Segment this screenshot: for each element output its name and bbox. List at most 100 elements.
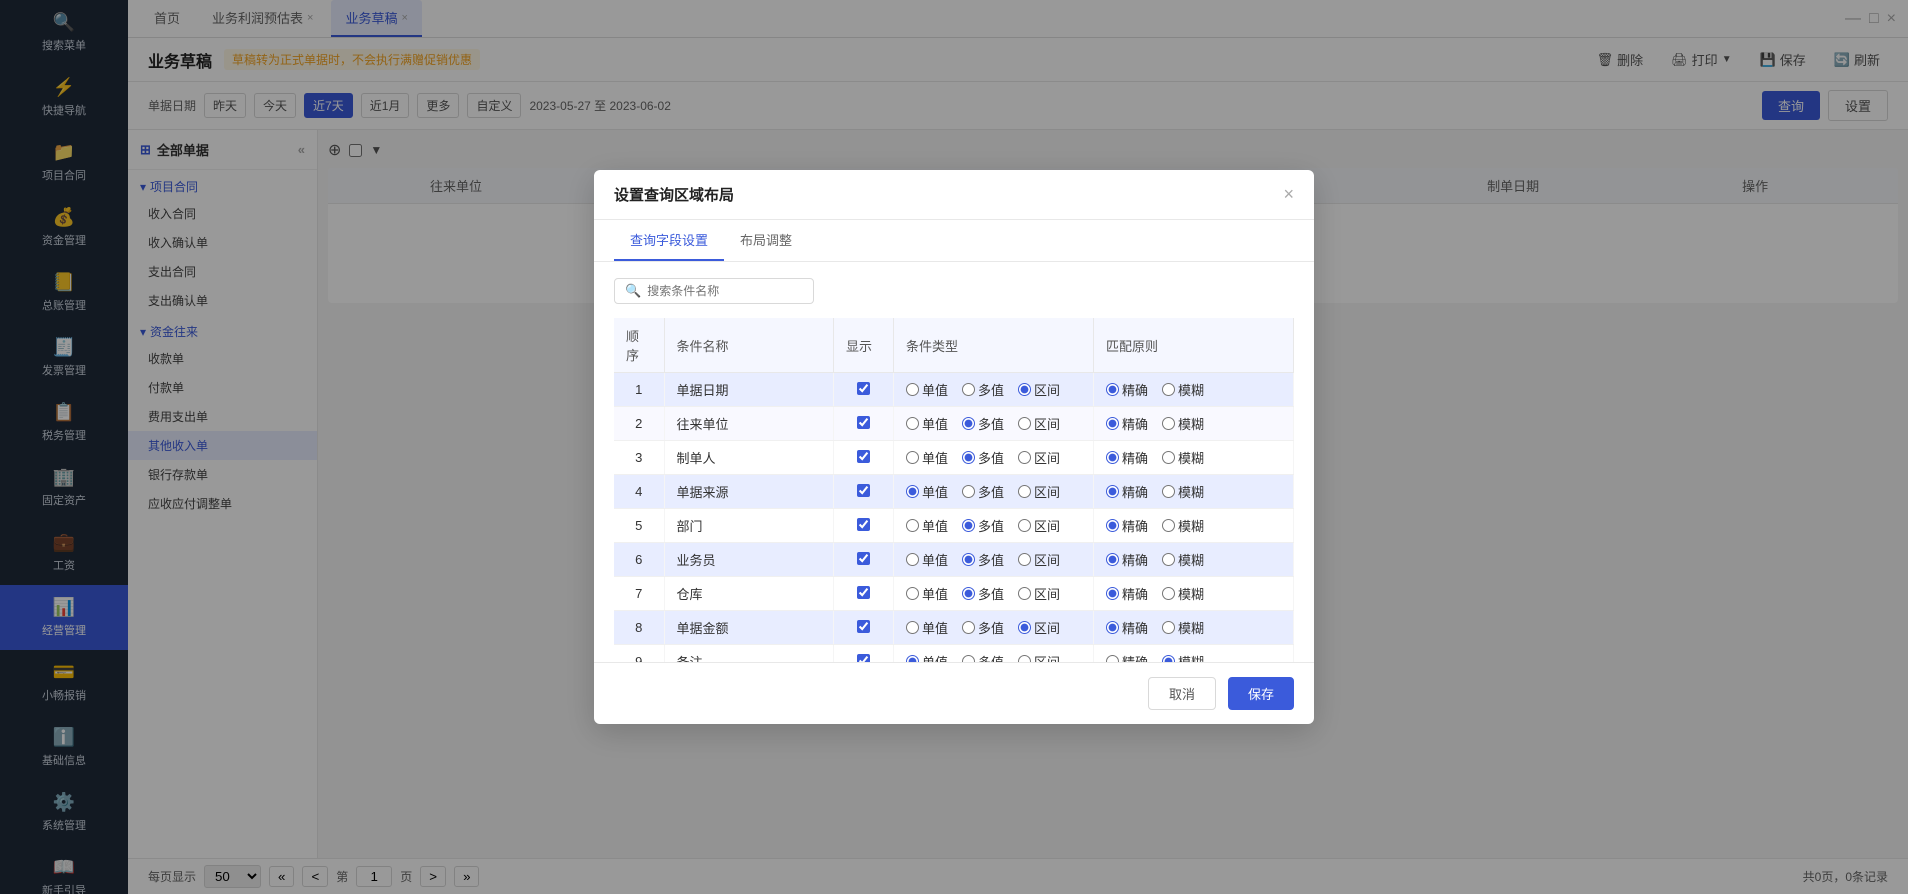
dialog-close-button[interactable]: ×: [1283, 184, 1294, 205]
condition-radio-item[interactable]: 多值: [962, 448, 1004, 467]
match-radio[interactable]: [1162, 383, 1175, 396]
condition-radio-item[interactable]: 区间: [1018, 584, 1060, 603]
condition-radio-item[interactable]: 多值: [962, 516, 1004, 535]
match-radio[interactable]: [1106, 383, 1119, 396]
match-radio-item[interactable]: 精确: [1106, 380, 1148, 399]
condition-radio[interactable]: [1018, 587, 1031, 600]
condition-radio-item[interactable]: 多值: [962, 380, 1004, 399]
condition-radio[interactable]: [906, 383, 919, 396]
match-radio[interactable]: [1106, 519, 1119, 532]
match-radio[interactable]: [1162, 519, 1175, 532]
condition-radio-item[interactable]: 单值: [906, 618, 948, 637]
display-checkbox[interactable]: [857, 518, 870, 531]
match-radio[interactable]: [1106, 485, 1119, 498]
match-radio-item[interactable]: 精确: [1106, 550, 1148, 569]
condition-radio[interactable]: [1018, 451, 1031, 464]
match-radio[interactable]: [1106, 451, 1119, 464]
condition-radio-item[interactable]: 多值: [962, 482, 1004, 501]
condition-radio-item[interactable]: 区间: [1018, 652, 1060, 662]
condition-radio-item[interactable]: 多值: [962, 550, 1004, 569]
display-checkbox[interactable]: [857, 620, 870, 633]
match-radio[interactable]: [1162, 451, 1175, 464]
condition-radio[interactable]: [1018, 553, 1031, 566]
match-radio-item[interactable]: 模糊: [1162, 482, 1204, 501]
display-checkbox[interactable]: [857, 654, 870, 663]
condition-radio[interactable]: [906, 451, 919, 464]
condition-radio[interactable]: [1018, 519, 1031, 532]
condition-radio-item[interactable]: 区间: [1018, 380, 1060, 399]
match-radio-item[interactable]: 精确: [1106, 618, 1148, 637]
condition-radio-item[interactable]: 单值: [906, 448, 948, 467]
condition-radio[interactable]: [962, 655, 975, 662]
match-radio[interactable]: [1162, 417, 1175, 430]
condition-radio-item[interactable]: 区间: [1018, 482, 1060, 501]
condition-radio[interactable]: [962, 519, 975, 532]
condition-radio[interactable]: [1018, 485, 1031, 498]
condition-radio[interactable]: [962, 383, 975, 396]
match-radio[interactable]: [1162, 553, 1175, 566]
dialog-search-input[interactable]: [647, 284, 803, 298]
display-checkbox[interactable]: [857, 484, 870, 497]
condition-radio-item[interactable]: 区间: [1018, 414, 1060, 433]
display-checkbox[interactable]: [857, 382, 870, 395]
condition-radio-item[interactable]: 多值: [962, 584, 1004, 603]
condition-radio[interactable]: [962, 587, 975, 600]
match-radio[interactable]: [1162, 655, 1175, 662]
condition-radio[interactable]: [906, 519, 919, 532]
match-radio[interactable]: [1106, 621, 1119, 634]
match-radio-item[interactable]: 模糊: [1162, 652, 1204, 662]
condition-radio-item[interactable]: 多值: [962, 618, 1004, 637]
condition-radio-item[interactable]: 单值: [906, 550, 948, 569]
condition-radio-item[interactable]: 单值: [906, 380, 948, 399]
condition-radio[interactable]: [962, 553, 975, 566]
condition-radio[interactable]: [1018, 655, 1031, 662]
display-checkbox[interactable]: [857, 450, 870, 463]
match-radio[interactable]: [1106, 587, 1119, 600]
dialog-tab-layout[interactable]: 布局调整: [724, 220, 808, 261]
match-radio-item[interactable]: 模糊: [1162, 550, 1204, 569]
condition-radio-item[interactable]: 区间: [1018, 550, 1060, 569]
match-radio-item[interactable]: 模糊: [1162, 516, 1204, 535]
condition-radio[interactable]: [962, 621, 975, 634]
display-checkbox[interactable]: [857, 586, 870, 599]
match-radio[interactable]: [1162, 485, 1175, 498]
condition-radio[interactable]: [906, 485, 919, 498]
cancel-button[interactable]: 取消: [1148, 677, 1216, 710]
condition-radio-item[interactable]: 单值: [906, 516, 948, 535]
match-radio[interactable]: [1106, 553, 1119, 566]
condition-radio[interactable]: [906, 553, 919, 566]
match-radio-item[interactable]: 精确: [1106, 414, 1148, 433]
condition-radio[interactable]: [962, 451, 975, 464]
match-radio-item[interactable]: 精确: [1106, 652, 1148, 662]
match-radio-item[interactable]: 模糊: [1162, 618, 1204, 637]
dialog-save-button[interactable]: 保存: [1228, 677, 1294, 710]
match-radio-item[interactable]: 模糊: [1162, 414, 1204, 433]
match-radio-item[interactable]: 精确: [1106, 448, 1148, 467]
dialog-overlay[interactable]: 设置查询区域布局 × 查询字段设置 布局调整 🔍 顺序 条件名称 显示 条件: [0, 0, 1908, 894]
condition-radio[interactable]: [906, 417, 919, 430]
condition-radio[interactable]: [1018, 383, 1031, 396]
match-radio-item[interactable]: 模糊: [1162, 584, 1204, 603]
condition-radio-item[interactable]: 多值: [962, 414, 1004, 433]
condition-radio[interactable]: [906, 655, 919, 662]
match-radio[interactable]: [1106, 655, 1119, 662]
condition-radio-item[interactable]: 多值: [962, 652, 1004, 662]
display-checkbox[interactable]: [857, 552, 870, 565]
match-radio-item[interactable]: 模糊: [1162, 448, 1204, 467]
display-checkbox[interactable]: [857, 416, 870, 429]
condition-radio[interactable]: [962, 485, 975, 498]
condition-radio-item[interactable]: 区间: [1018, 448, 1060, 467]
condition-radio-item[interactable]: 区间: [1018, 516, 1060, 535]
condition-radio[interactable]: [906, 621, 919, 634]
condition-radio-item[interactable]: 单值: [906, 584, 948, 603]
match-radio-item[interactable]: 模糊: [1162, 380, 1204, 399]
dialog-tab-fields[interactable]: 查询字段设置: [614, 220, 724, 261]
match-radio-item[interactable]: 精确: [1106, 516, 1148, 535]
condition-radio-item[interactable]: 区间: [1018, 618, 1060, 637]
condition-radio-item[interactable]: 单值: [906, 652, 948, 662]
condition-radio[interactable]: [962, 417, 975, 430]
condition-radio[interactable]: [906, 587, 919, 600]
condition-radio-item[interactable]: 单值: [906, 482, 948, 501]
match-radio-item[interactable]: 精确: [1106, 482, 1148, 501]
match-radio[interactable]: [1162, 621, 1175, 634]
